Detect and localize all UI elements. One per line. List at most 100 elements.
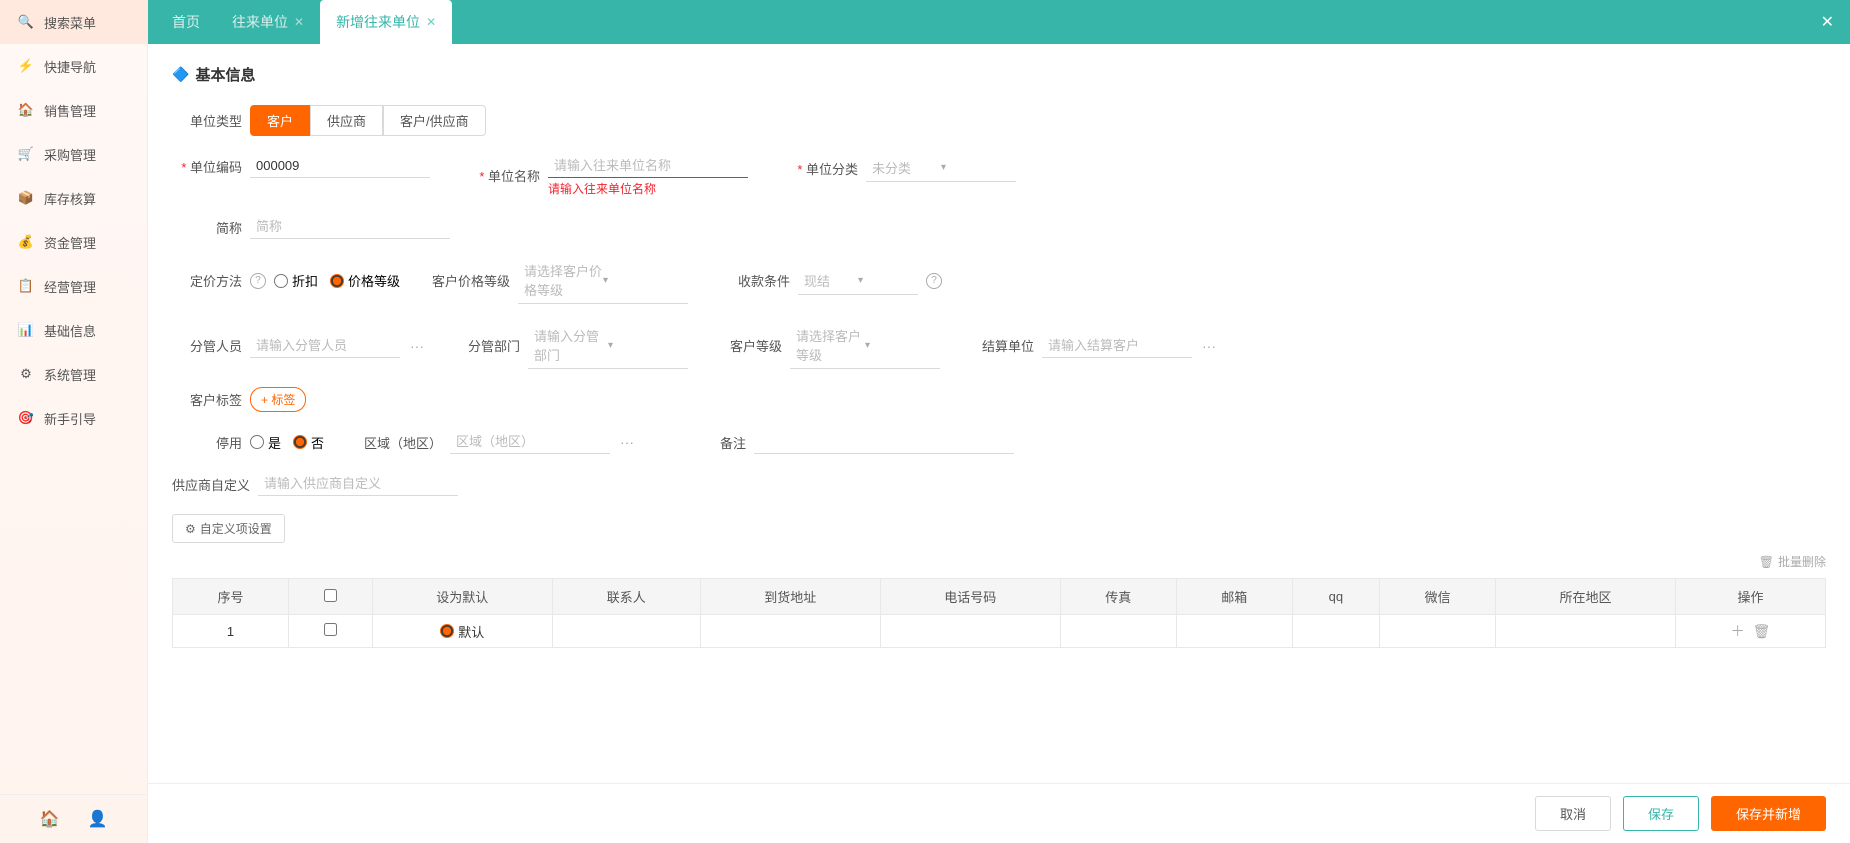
row-fax [1060,615,1176,648]
customer-level-select[interactable]: 请选择客户等级 ▾ [790,322,940,369]
quick-nav-icon: ⚡ [16,56,36,76]
unit-category-select[interactable]: 未分类 ▾ [866,154,1016,182]
region-input[interactable] [450,430,610,454]
row-default-radio[interactable] [440,624,454,638]
chevron-down-icon: ▾ [865,340,934,351]
col-ops: 操作 [1676,579,1826,615]
pricing-radio-level[interactable]: 价格等级 [330,271,400,290]
sidebar-item-quick-nav[interactable]: ⚡ 快捷导航 [0,44,147,88]
contacts-table: 序号 设为默认 联系人 到货地址 电话号码 传真 邮箱 qq 微信 所在地区 操… [172,578,1826,648]
cust-price-level-select[interactable]: 请选择客户价格等级 ▾ [518,257,688,304]
col-serial: 序号 [173,579,289,615]
supervisor-more-icon[interactable]: ··· [408,338,426,354]
region-more-icon[interactable]: ··· [618,434,636,450]
sidebar-item-search[interactable]: 🔍 搜索菜单 [0,0,147,44]
finance-icon: 💰 [16,232,36,252]
sidebar-user-icon[interactable]: 👤 [82,803,114,835]
sidebar-item-finance[interactable]: 💰 资金管理 [0,220,147,264]
chevron-down-icon: ▾ [608,340,682,351]
row-serial: 1 [173,615,289,648]
form-group-category: 单位分类 未分类 ▾ [788,154,1016,182]
system-icon: ⚙ [16,364,36,384]
custom-settings-button[interactable]: ⚙ 自定义项设置 [172,514,285,543]
form-footer: 取消 保存 保存并新增 [148,783,1850,843]
sidebar-home-icon[interactable]: 🏠 [34,803,66,835]
pricing-level-radio[interactable] [330,274,344,288]
tab-partners-close[interactable]: ✕ [294,15,304,29]
pricing-radio-discount[interactable]: 折扣 [274,271,318,290]
batch-delete-icon: 🗑 [1759,555,1774,569]
tab-home[interactable]: 首页 [156,0,216,44]
pricing-help-icon[interactable]: ? [250,273,266,289]
save-button[interactable]: 保存 [1623,796,1699,831]
col-address: 到货地址 [700,579,880,615]
tab-new-partner-close[interactable]: ✕ [426,15,436,29]
form-row-tags: 客户标签 + 标签 [172,387,1826,412]
main-area: 首页 往来单位 ✕ 新增往来单位 ✕ ✕ 🔷 基本信息 单位类型 客户 供应商 … [148,0,1850,843]
supervisor-input[interactable] [250,334,400,358]
region-label: 区域（地区） [364,433,442,452]
form-group-settlement: 结算单位 ··· [964,334,1218,358]
pricing-radio-group: 折扣 价格等级 [274,271,400,290]
row-add-icon[interactable]: ＋ [1731,621,1745,641]
form-row-shortname: 简称 [172,215,1826,239]
cancel-button[interactable]: 取消 [1535,796,1611,831]
save-new-button[interactable]: 保存并新增 [1711,796,1826,831]
unit-name-input[interactable] [548,154,748,178]
row-delete-icon[interactable]: 🗑 [1753,623,1771,640]
sidebar-item-operations[interactable]: 📋 经营管理 [0,264,147,308]
col-location: 所在地区 [1496,579,1676,615]
disabled-no[interactable]: 否 [293,433,324,452]
disabled-no-radio[interactable] [293,435,307,449]
unit-btn-both[interactable]: 客户/供应商 [383,105,486,136]
tab-new-partner[interactable]: 新增往来单位 ✕ [320,0,452,44]
pricing-discount-label: 折扣 [292,271,318,290]
table-body: 1 默认 [173,615,1826,648]
form-group-shortname: 简称 [172,215,450,239]
unit-name-error: 请输入往来单位名称 [548,180,748,197]
unit-type-label: 单位类型 [172,111,242,130]
disabled-yes-label: 是 [268,433,281,452]
row-default-radio-label[interactable]: 默认 [383,622,542,641]
short-name-input[interactable] [250,215,450,239]
department-select[interactable]: 请输入分管部门 ▾ [528,322,688,369]
col-qq: qq [1292,579,1379,615]
row-contact [552,615,700,648]
payment-label: 收款条件 [720,271,790,290]
supplier-custom-input[interactable] [258,472,458,496]
sidebar-item-sales[interactable]: 🏠 销售管理 [0,88,147,132]
settlement-more-icon[interactable]: ··· [1200,338,1218,354]
tab-partners[interactable]: 往来单位 ✕ [216,0,320,44]
payment-select[interactable]: 现结 ▾ [798,267,918,295]
disabled-radio-group: 是 否 [250,433,324,452]
sidebar-item-basic-info[interactable]: 📊 基础信息 [0,308,147,352]
select-all-checkbox[interactable] [324,589,337,602]
sidebar-item-purchase[interactable]: 🛒 采购管理 [0,132,147,176]
row-default-label: 默认 [458,622,484,641]
form-row-basic: 单位编码 单位名称 请输入往来单位名称 单位分类 未分类 ▾ [172,154,1826,197]
sidebar-item-system[interactable]: ⚙ 系统管理 [0,352,147,396]
content-area: 🔷 基本信息 单位类型 客户 供应商 客户/供应商 单位编码 单位名称 [148,44,1850,783]
payment-help-icon[interactable]: ? [926,273,942,289]
disabled-yes-radio[interactable] [250,435,264,449]
unit-btn-supplier[interactable]: 供应商 [310,105,383,136]
batch-delete-area[interactable]: 🗑 批量删除 [172,553,1826,570]
basic-info-icon: 📊 [16,320,36,340]
short-name-label: 简称 [172,218,242,237]
unit-code-input[interactable] [250,154,430,178]
disabled-yes[interactable]: 是 [250,433,281,452]
tab-new-partner-label: 新增往来单位 [336,12,420,32]
remark-input[interactable] [754,430,1014,454]
gear-icon: ⚙ [185,522,196,536]
unit-btn-customer[interactable]: 客户 [250,105,310,136]
sidebar-item-guide[interactable]: 🎯 新手引导 [0,396,147,440]
pricing-discount-radio[interactable] [274,274,288,288]
sidebar-item-inventory[interactable]: 📦 库存核算 [0,176,147,220]
tabbar-close-all[interactable]: ✕ [1813,8,1842,36]
settlement-label: 结算单位 [964,336,1034,355]
settlement-input[interactable] [1042,334,1192,358]
col-default: 设为默认 [372,579,552,615]
add-tag-button[interactable]: + 标签 [250,387,306,412]
row-check[interactable] [324,623,337,636]
chevron-down-icon: ▾ [941,162,1010,173]
